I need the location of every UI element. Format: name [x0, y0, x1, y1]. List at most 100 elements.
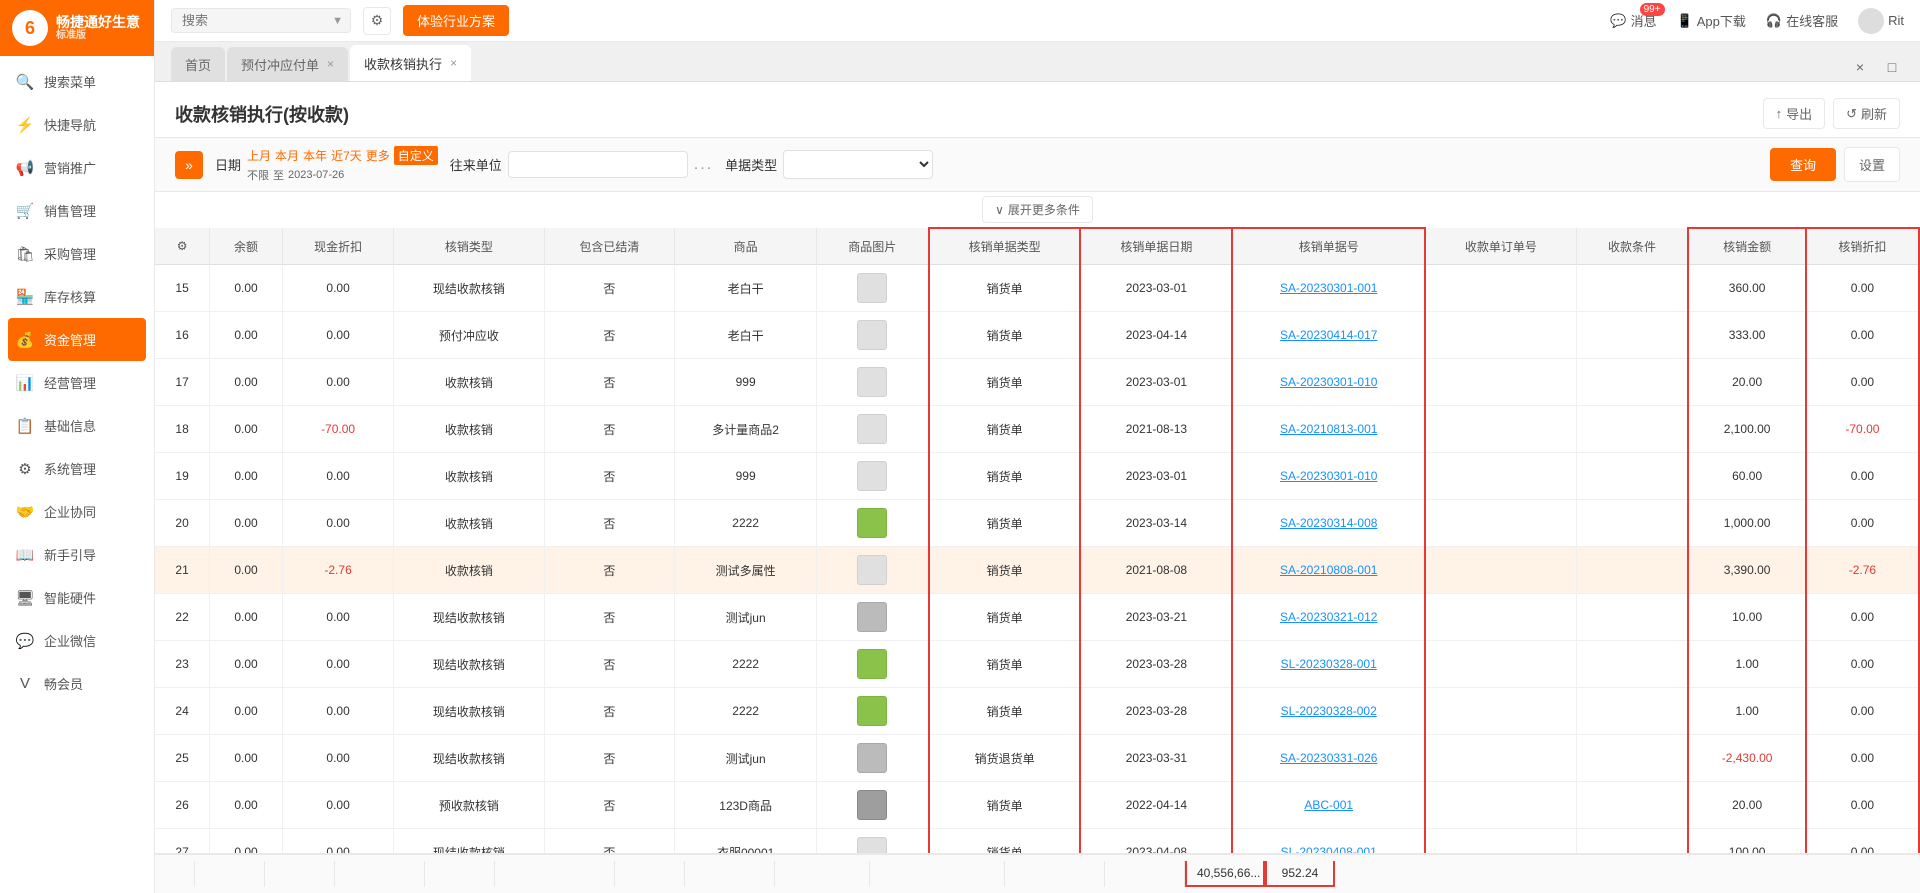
- sidebar-item-1[interactable]: ⚡快捷导航: [0, 103, 154, 146]
- sidebar-item-5[interactable]: 🏪库存核算: [0, 275, 154, 318]
- footer-cell-4: [425, 861, 495, 887]
- expand-conditions-button[interactable]: ∨ 展开更多条件: [982, 196, 1093, 223]
- cell-r2-c3: 收款核销: [394, 359, 544, 406]
- app-label: App下载: [1697, 11, 1746, 30]
- date-link-more[interactable]: 更多: [366, 147, 390, 164]
- date-label: 日期: [215, 155, 241, 174]
- cell-r12-c1: 0.00: [210, 829, 283, 854]
- cell-r10-c8: 2023-03-31: [1080, 735, 1232, 782]
- sidebar-item-0[interactable]: 🔍搜索菜单: [0, 60, 154, 103]
- doc-link-7[interactable]: SA-20230321-012: [1280, 610, 1377, 624]
- cell-r12-c4: 否: [544, 829, 675, 854]
- user-profile[interactable]: Rit: [1858, 8, 1904, 34]
- gear-button[interactable]: ⚙: [363, 7, 391, 35]
- footer-cell-11: [1105, 861, 1185, 887]
- tab-label-2: 收款核销执行: [364, 54, 442, 73]
- cell-r6-c10: [1425, 547, 1576, 594]
- doc-link-10[interactable]: SA-20230331-026: [1280, 751, 1377, 765]
- message-button[interactable]: 💬 消息 99+: [1610, 11, 1656, 30]
- date-link-this-month[interactable]: 本月: [275, 147, 299, 164]
- sidebar-item-9[interactable]: ⚙系统管理: [0, 447, 154, 490]
- menu-icon-0: 🔍: [16, 73, 34, 91]
- table-row: 240.000.00现结收款核销否2222销货单2023-03-28SL-202…: [155, 688, 1919, 735]
- sidebar-item-2[interactable]: 📢营销推广: [0, 146, 154, 189]
- refresh-button[interactable]: ↺ 刷新: [1833, 98, 1900, 129]
- doc-link-1[interactable]: SA-20230414-017: [1280, 328, 1377, 342]
- menu-label-9: 系统管理: [44, 459, 96, 478]
- sidebar-item-12[interactable]: 🖥智能硬件: [0, 576, 154, 619]
- export-button[interactable]: ↑ 导出: [1763, 98, 1826, 129]
- search-dropdown-icon: ▼: [332, 15, 343, 27]
- cell-r2-c9: SA-20230301-010: [1232, 359, 1425, 406]
- trial-button[interactable]: 体验行业方案: [403, 5, 509, 36]
- sidebar-item-7[interactable]: 📊经营管理: [0, 361, 154, 404]
- sidebar-item-11[interactable]: 📖新手引导: [0, 533, 154, 576]
- service-icon: 🎧: [1766, 13, 1782, 29]
- export-label: 导出: [1786, 104, 1812, 123]
- cell-r7-c1: 0.00: [210, 594, 283, 641]
- app-download-button[interactable]: 📱 App下载: [1677, 11, 1746, 30]
- cell-r11-c0: 26: [155, 782, 210, 829]
- tab-close-1[interactable]: ×: [327, 58, 334, 70]
- sidebar-item-13[interactable]: 💬企业微信: [0, 619, 154, 662]
- maximize-icon[interactable]: □: [1880, 55, 1904, 79]
- sidebar-item-4[interactable]: 🛍采购管理: [0, 232, 154, 275]
- cell-r3-c7: 销货单: [929, 406, 1081, 453]
- close-window-icon[interactable]: ×: [1848, 55, 1872, 79]
- search-input[interactable]: [171, 8, 351, 33]
- partner-dots[interactable]: ...: [694, 156, 713, 174]
- filter-settings-button[interactable]: 设置: [1844, 147, 1900, 182]
- date-value-row: 不限 至 2023-07-26: [247, 167, 438, 183]
- doc-link-11[interactable]: ABC-001: [1304, 798, 1353, 812]
- doc-link-4[interactable]: SA-20230301-010: [1280, 469, 1377, 483]
- expand-conditions-bar: ∨ 展开更多条件: [155, 192, 1920, 227]
- col-header-0[interactable]: ⚙: [155, 228, 210, 265]
- filter-expand-arrow[interactable]: »: [175, 151, 203, 179]
- menu-icon-14: V: [16, 675, 34, 693]
- doc-link-9[interactable]: SL-20230328-002: [1281, 704, 1377, 718]
- date-link-last-month[interactable]: 上月: [247, 147, 271, 164]
- sidebar-item-3[interactable]: 🛒销售管理: [0, 189, 154, 232]
- doc-link-2[interactable]: SA-20230301-010: [1280, 375, 1377, 389]
- doc-link-6[interactable]: SA-20210808-001: [1280, 563, 1377, 577]
- col-header-7: 核销单据类型: [929, 228, 1081, 265]
- doc-link-12[interactable]: SL-20230408-001: [1281, 845, 1377, 853]
- doc-link-5[interactable]: SA-20230314-008: [1280, 516, 1377, 530]
- date-filter-group: 日期 上月 本月 本年 近7天 更多 自定义 不限 至 2023-07-26: [215, 146, 438, 183]
- cell-r12-c12: 100.00: [1688, 829, 1805, 854]
- doc-link-3[interactable]: SA-20210813-001: [1280, 422, 1377, 436]
- table-header: ⚙余额现金折扣核销类型包含已结清商品商品图片核销单据类型核销单据日期核销单据号收…: [155, 228, 1919, 265]
- export-icon: ↑: [1776, 106, 1783, 121]
- footer-cell-8: [775, 861, 870, 887]
- doc-link-8[interactable]: SL-20230328-001: [1281, 657, 1377, 671]
- tab-1[interactable]: 预付冲应付单×: [227, 47, 348, 81]
- tab-0[interactable]: 首页: [171, 47, 225, 81]
- tab-2[interactable]: 收款核销执行 ×: [350, 45, 471, 81]
- cell-r0-c7: 销货单: [929, 265, 1081, 312]
- cell-r1-c12: 333.00: [1688, 312, 1805, 359]
- message-badge: 99+: [1640, 3, 1665, 16]
- doctype-select[interactable]: [783, 150, 933, 179]
- doc-link-0[interactable]: SA-20230301-001: [1280, 281, 1377, 295]
- footer-cell-12: 40,556,66...: [1185, 861, 1265, 887]
- date-link-7days[interactable]: 近7天: [331, 147, 362, 164]
- query-button[interactable]: 查询: [1770, 148, 1836, 181]
- cell-r9-c4: 否: [544, 688, 675, 735]
- cell-r11-c12: 20.00: [1688, 782, 1805, 829]
- cell-r4-c12: 60.00: [1688, 453, 1805, 500]
- col-header-10: 收款单订单号: [1425, 228, 1576, 265]
- main-area: ▼ ⚙ 体验行业方案 💬 消息 99+ 📱 App下载 🎧 在线客服 Rit: [155, 0, 1920, 893]
- sidebar-item-6[interactable]: 💰资金管理: [8, 318, 146, 361]
- table-body: 150.000.00现结收款核销否老白干销货单2023-03-01SA-2023…: [155, 265, 1919, 854]
- date-custom-btn[interactable]: 自定义: [394, 146, 438, 165]
- service-button[interactable]: 🎧 在线客服: [1766, 11, 1838, 30]
- cell-r9-c11: [1576, 688, 1688, 735]
- tab-close-2[interactable]: ×: [450, 57, 457, 69]
- cell-r6-c9: SA-20210808-001: [1232, 547, 1425, 594]
- date-link-this-year[interactable]: 本年: [303, 147, 327, 164]
- partner-label: 往来单位: [450, 155, 502, 174]
- sidebar-item-8[interactable]: 📋基础信息: [0, 404, 154, 447]
- partner-input[interactable]: [508, 151, 688, 178]
- sidebar-item-14[interactable]: V畅会员: [0, 662, 154, 705]
- sidebar-item-10[interactable]: 🤝企业协同: [0, 490, 154, 533]
